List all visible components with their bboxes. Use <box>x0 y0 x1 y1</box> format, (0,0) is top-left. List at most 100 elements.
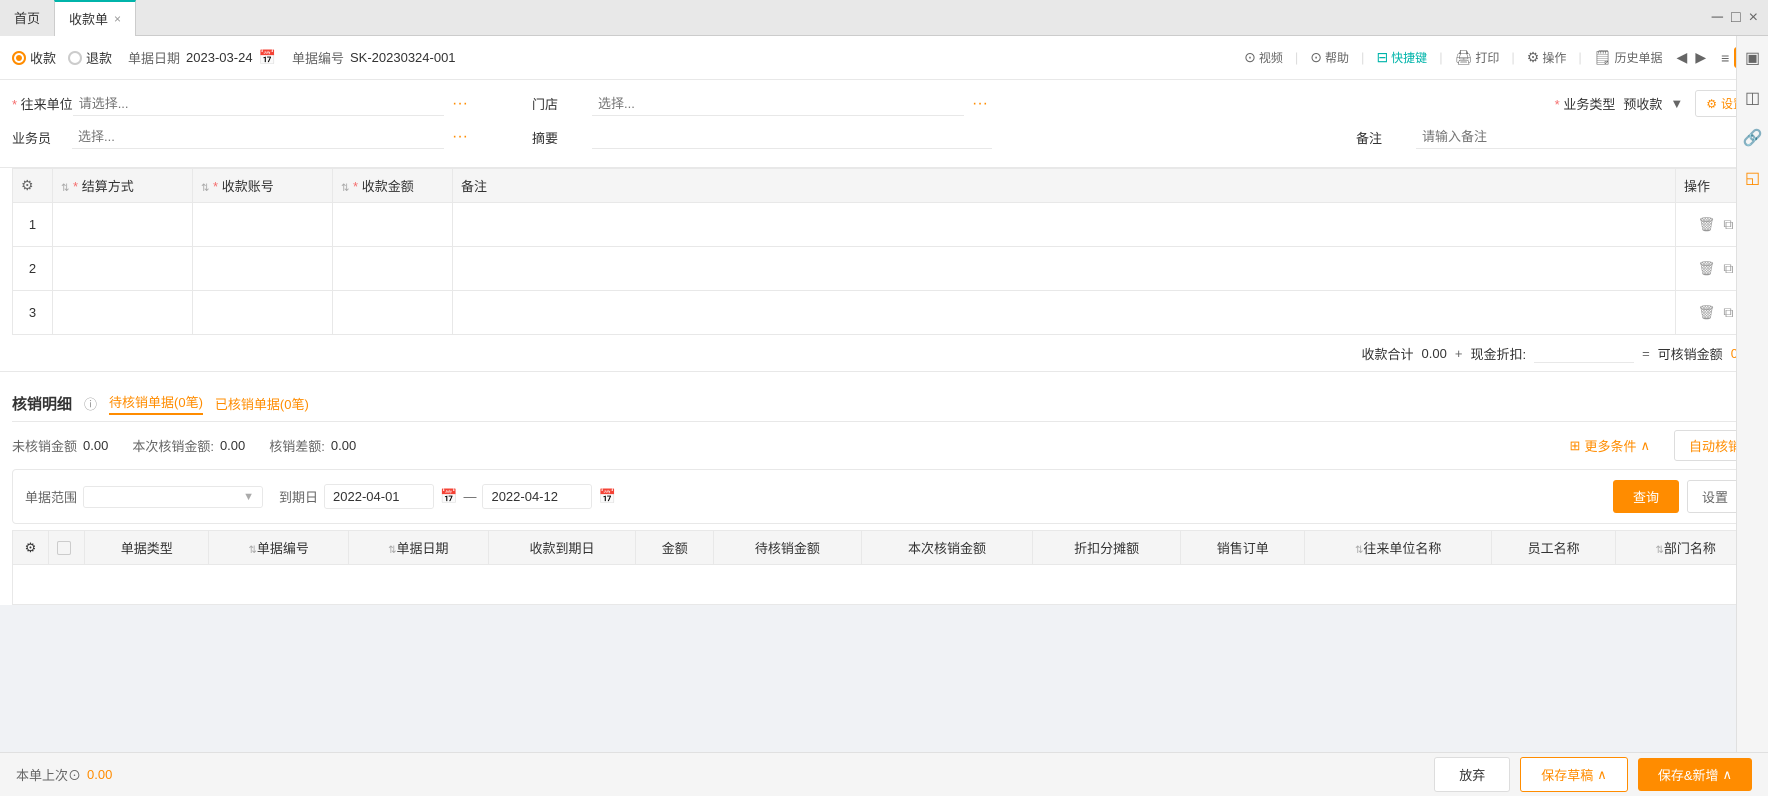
radio-refund-dot <box>68 51 82 65</box>
amount-cell-3[interactable] <box>333 291 453 335</box>
window-close-icon[interactable]: × <box>1749 9 1758 27</box>
business-type-field: 业务类型 预收款 ▼ ⚙ 设置 <box>1555 90 1756 117</box>
account-cell-1[interactable] <box>193 203 333 247</box>
bottom-col-checkbox[interactable] <box>49 531 85 565</box>
select-all-checkbox[interactable] <box>57 541 71 555</box>
abandon-button[interactable]: 放弃 <box>1434 757 1510 792</box>
nav-prev-btn[interactable]: ◀ <box>1675 47 1690 68</box>
delete-icon-3[interactable]: 🗑 <box>1698 304 1716 321</box>
more-filter-btn[interactable]: ⊞ 更多条件 ∧ <box>1570 436 1650 455</box>
bottom-col-staff: 员工名称 <box>1491 531 1615 565</box>
settle-cell-1[interactable] <box>53 203 193 247</box>
staff-more-icon[interactable]: ··· <box>448 128 472 146</box>
date-range-field: 到期日 📅 — 📅 <box>279 484 616 509</box>
delete-icon-2[interactable]: 🗑 <box>1698 260 1716 277</box>
sidebar-icon-3[interactable]: 🔗 <box>1739 124 1767 152</box>
radio-collection[interactable]: 收款 <box>12 48 56 67</box>
bottom-col-counterpart: ⇅往来单位名称 <box>1305 531 1491 565</box>
operation-btn[interactable]: ⚙ 操作 <box>1523 47 1571 68</box>
view-list-btn[interactable]: ≡ <box>1716 48 1734 68</box>
query-button[interactable]: 查询 <box>1613 480 1679 513</box>
date-to-input[interactable] <box>482 484 592 509</box>
account-cell-3[interactable] <box>193 291 333 335</box>
discount-label: 现金折扣: <box>1470 344 1526 363</box>
window-max-icon[interactable]: □ <box>1731 9 1741 27</box>
shortcut-btn[interactable]: ⊟ 快捷键 <box>1372 47 1431 68</box>
radio-refund[interactable]: 退款 <box>68 48 112 67</box>
row-num-3: 3 <box>13 291 53 335</box>
cal-from-icon[interactable]: 📅 <box>440 488 457 505</box>
staff-input[interactable] <box>72 125 444 149</box>
business-type-value: 预收款 <box>1623 94 1662 113</box>
save-draft-button[interactable]: 保存草稿 ∧ <box>1520 757 1628 792</box>
account-cell-2[interactable] <box>193 247 333 291</box>
remark-input[interactable] <box>1416 125 1756 149</box>
counterpart-more-icon[interactable]: ··· <box>448 95 472 113</box>
bill-range-select[interactable]: ▼ <box>83 486 263 508</box>
tab-collection[interactable]: 收款单 × <box>54 0 136 36</box>
collect-sum-value: 0.00 <box>1422 346 1447 361</box>
nav-next-btn[interactable]: ▶ <box>1693 47 1708 68</box>
video-btn[interactable]: ⊙ 视频 <box>1240 47 1287 68</box>
bottom-col-settings[interactable]: ⚙ <box>13 531 49 565</box>
tab-pending-link[interactable]: 待核销单据(0笔) <box>109 392 203 415</box>
save-draft-label: 保存草稿 <box>1541 765 1593 784</box>
remark-cell-1[interactable] <box>453 203 1676 247</box>
settle-cell-3[interactable] <box>53 291 193 335</box>
plus-operator: + <box>1455 346 1463 361</box>
cal-to-icon[interactable]: 📅 <box>598 488 615 505</box>
save-new-button[interactable]: 保存&新增 ∧ <box>1638 758 1752 791</box>
current-label: 本次核销金额: <box>132 436 214 455</box>
copy-icon-1[interactable]: ⧉ <box>1723 216 1733 233</box>
col-settings-header[interactable]: ⚙ <box>13 169 53 203</box>
remark-cell-2[interactable] <box>453 247 1676 291</box>
amount-cell-2[interactable] <box>333 247 453 291</box>
bottom-col-dept: ⇅部门名称 <box>1616 531 1756 565</box>
summary-label: 摘要 <box>532 128 592 147</box>
unverified-label: 未核销金额 <box>12 436 77 455</box>
counterpart-input[interactable] <box>73 92 444 116</box>
writeoff-title: 核销明细 <box>12 393 72 414</box>
calendar-icon[interactable]: 📅 <box>259 49 276 66</box>
history-btn[interactable]: 🗒 历史单据 <box>1590 47 1667 68</box>
tab-close-icon[interactable]: × <box>114 12 121 26</box>
bottom-col-bill-date: ⇅单据日期 <box>349 531 489 565</box>
video-label: 视频 <box>1259 49 1283 66</box>
discount-input[interactable] <box>1534 343 1634 363</box>
business-type-label: 业务类型 <box>1555 94 1616 113</box>
window-min-icon[interactable]: ─ <box>1712 9 1723 27</box>
bottom-table: ⚙ 单据类型 ⇅单据编号 ⇅单据日期 收款到期日 金额 待核销金额 本次核销金额 <box>12 530 1756 605</box>
bottom-bar: 本单上次⊙ 0.00 放弃 保存草稿 ∧ 保存&新增 ∧ <box>0 752 1768 796</box>
bill-range-label: 单据范围 <box>25 487 77 506</box>
operation-icon: ⚙ <box>1527 49 1540 66</box>
copy-icon-3[interactable]: ⧉ <box>1723 304 1733 321</box>
filter-icon: ⊞ <box>1570 438 1581 454</box>
summary-input[interactable] <box>592 125 992 149</box>
sidebar-icon-2[interactable]: ◫ <box>1741 84 1764 112</box>
bottom-bar-actions: 放弃 保存草稿 ∧ 保存&新增 ∧ <box>1434 757 1752 792</box>
form-row-2: 业务员 ··· 摘要 备注 <box>12 125 1756 149</box>
sidebar-icon-1[interactable]: ▣ <box>1741 44 1764 72</box>
copy-icon-2[interactable]: ⧉ <box>1723 260 1733 277</box>
remark-cell-3[interactable] <box>453 291 1676 335</box>
delete-icon-1[interactable]: 🗑 <box>1698 216 1716 233</box>
table-row: 2 🗑 ⧉ <box>13 247 1756 291</box>
store-input[interactable] <box>592 92 964 116</box>
help-btn[interactable]: ⊙ 帮助 <box>1306 47 1353 68</box>
top-toolbar: 收款 退款 单据日期 2023-03-24 📅 单据编号 SK-20230324… <box>0 36 1768 80</box>
business-type-dropdown-icon[interactable]: ▼ <box>1670 96 1683 111</box>
amount-cell-1[interactable] <box>333 203 453 247</box>
col-amount-header: ⇅ * 收款金额 <box>333 169 453 203</box>
filter-settings-button[interactable]: 设置 <box>1687 480 1743 513</box>
tab-home[interactable]: 首页 <box>0 0 54 36</box>
table-settings-icon[interactable]: ⚙ <box>21 177 34 193</box>
col-account-header: ⇅ * 收款账号 <box>193 169 333 203</box>
settle-cell-2[interactable] <box>53 247 193 291</box>
store-more-icon[interactable]: ··· <box>968 95 992 113</box>
bill-no-value: SK-20230324-001 <box>350 50 456 65</box>
sidebar-icon-4[interactable]: ◱ <box>1741 164 1764 192</box>
date-from-input[interactable] <box>324 484 434 509</box>
tab-done-link[interactable]: 已核销单据(0笔) <box>215 394 309 413</box>
print-btn[interactable]: 🖨 打印 <box>1451 47 1504 68</box>
writeoff-info-icon[interactable]: ⓘ <box>84 394 97 413</box>
